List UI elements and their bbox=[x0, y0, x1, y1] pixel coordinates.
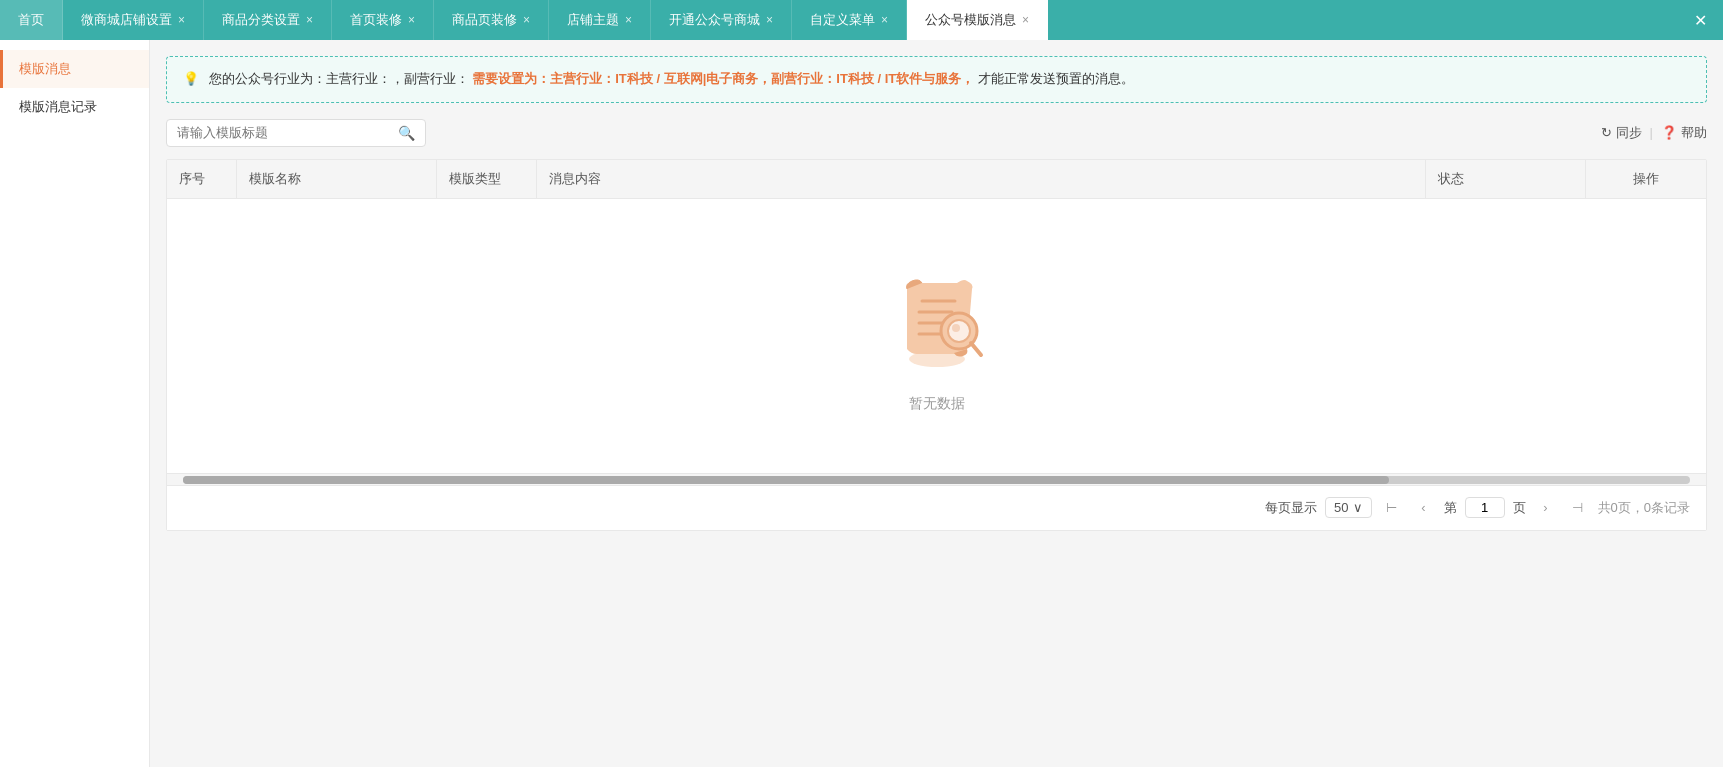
tab-product[interactable]: 商品页装修 × bbox=[434, 0, 549, 40]
tab-weishop-label: 微商城店铺设置 bbox=[81, 11, 172, 29]
top-nav: 首页 微商城店铺设置 × 商品分类设置 × 首页装修 × 商品页装修 × 店铺主… bbox=[0, 0, 1723, 40]
tab-menu[interactable]: 自定义菜单 × bbox=[792, 0, 907, 40]
empty-text: 暂无数据 bbox=[909, 395, 965, 413]
sidebar-item-template-record[interactable]: 模版消息记录 bbox=[0, 88, 149, 126]
scrollbar-track[interactable] bbox=[183, 476, 1690, 484]
tab-template[interactable]: 公众号模版消息 × bbox=[907, 0, 1048, 40]
notice-prefix: 您的公众号行业为：主营行业：，副营行业： bbox=[209, 71, 469, 86]
help-button[interactable]: ❓ 帮助 bbox=[1661, 124, 1707, 142]
main-layout: 模版消息 模版消息记录 💡 您的公众号行业为：主营行业：，副营行业： 需要设置为… bbox=[0, 40, 1723, 767]
tab-template-label: 公众号模版消息 bbox=[925, 11, 1016, 29]
svg-line-7 bbox=[971, 343, 981, 355]
tab-open[interactable]: 开通公众号商城 × bbox=[651, 0, 792, 40]
empty-state: 暂无数据 bbox=[167, 199, 1706, 473]
scrollbar-thumb[interactable] bbox=[183, 476, 1389, 484]
col-header-status: 状态 bbox=[1426, 160, 1586, 198]
sync-icon: ↻ bbox=[1601, 125, 1612, 140]
help-icon: ❓ bbox=[1661, 125, 1677, 140]
tab-category-label: 商品分类设置 bbox=[222, 11, 300, 29]
tab-theme-label: 店铺主题 bbox=[567, 11, 619, 29]
page-next-button[interactable]: › bbox=[1534, 496, 1558, 520]
tab-product-close[interactable]: × bbox=[523, 13, 530, 27]
notice-box: 💡 您的公众号行业为：主营行业：，副营行业： 需要设置为：主营行业：IT科技 /… bbox=[166, 56, 1707, 103]
tab-menu-close[interactable]: × bbox=[881, 13, 888, 27]
tab-weishop-close[interactable]: × bbox=[178, 13, 185, 27]
col-header-content: 消息内容 bbox=[537, 160, 1426, 198]
tab-theme[interactable]: 店铺主题 × bbox=[549, 0, 651, 40]
pagination: 每页显示 50 ∨ ⊢ ‹ 第 页 › ⊣ 共0页，0条记录 bbox=[167, 485, 1706, 530]
tab-template-close[interactable]: × bbox=[1022, 13, 1029, 27]
sidebar: 模版消息 模版消息记录 bbox=[0, 40, 150, 767]
sync-label: 同步 bbox=[1616, 124, 1642, 142]
page-input[interactable] bbox=[1465, 497, 1505, 518]
tab-homepage-label: 首页装修 bbox=[350, 11, 402, 29]
search-input[interactable] bbox=[177, 125, 398, 140]
tab-category[interactable]: 商品分类设置 × bbox=[204, 0, 332, 40]
col-header-action: 操作 bbox=[1586, 160, 1706, 198]
help-label: 帮助 bbox=[1681, 124, 1707, 142]
svg-point-6 bbox=[948, 320, 970, 342]
tab-open-close[interactable]: × bbox=[766, 13, 773, 27]
search-bar: 🔍 ↻ 同步 | ❓ 帮助 bbox=[166, 119, 1707, 147]
col-header-type: 模版类型 bbox=[437, 160, 537, 198]
tab-category-close[interactable]: × bbox=[306, 13, 313, 27]
content-area: 💡 您的公众号行业为：主营行业：，副营行业： 需要设置为：主营行业：IT科技 /… bbox=[150, 40, 1723, 767]
page-prev-button[interactable]: ‹ bbox=[1412, 496, 1436, 520]
tab-product-label: 商品页装修 bbox=[452, 11, 517, 29]
page-first-button[interactable]: ⊢ bbox=[1380, 496, 1404, 520]
notice-highlight: 需要设置为：主营行业：IT科技 / 互联网|电子商务，副营行业：IT科技 / I… bbox=[472, 71, 974, 86]
tab-homepage-close[interactable]: × bbox=[408, 13, 415, 27]
data-table: 序号 模版名称 模版类型 消息内容 状态 操作 bbox=[166, 159, 1707, 531]
tab-menu-label: 自定义菜单 bbox=[810, 11, 875, 29]
total-info: 共0页，0条记录 bbox=[1598, 499, 1690, 517]
page-unit: 页 bbox=[1513, 499, 1526, 517]
svg-point-8 bbox=[952, 324, 960, 332]
global-close-button[interactable]: ✕ bbox=[1678, 0, 1723, 40]
page-label: 第 bbox=[1444, 499, 1457, 517]
page-size-select[interactable]: 50 ∨ bbox=[1325, 497, 1371, 518]
page-size-label: 每页显示 bbox=[1265, 499, 1317, 517]
tab-homepage[interactable]: 首页装修 × bbox=[332, 0, 434, 40]
sync-button[interactable]: ↻ 同步 bbox=[1601, 124, 1642, 142]
col-header-name: 模版名称 bbox=[237, 160, 437, 198]
tab-weishop[interactable]: 微商城店铺设置 × bbox=[63, 0, 204, 40]
sidebar-item-template-msg[interactable]: 模版消息 bbox=[0, 50, 149, 88]
search-input-wrap[interactable]: 🔍 bbox=[166, 119, 426, 147]
notice-icon: 💡 bbox=[183, 71, 199, 86]
table-header: 序号 模版名称 模版类型 消息内容 状态 操作 bbox=[167, 160, 1706, 199]
toolbar-divider: | bbox=[1650, 125, 1653, 140]
toolbar-right: ↻ 同步 | ❓ 帮助 bbox=[1601, 124, 1707, 142]
tab-open-label: 开通公众号商城 bbox=[669, 11, 760, 29]
page-size-value: 50 bbox=[1334, 500, 1348, 515]
page-size-arrow: ∨ bbox=[1353, 500, 1363, 515]
notice-suffix: 才能正常发送预置的消息。 bbox=[978, 71, 1134, 86]
empty-icon bbox=[877, 259, 997, 379]
page-last-button[interactable]: ⊣ bbox=[1566, 496, 1590, 520]
tab-home-label: 首页 bbox=[18, 11, 44, 29]
tab-theme-close[interactable]: × bbox=[625, 13, 632, 27]
scrollbar-area[interactable] bbox=[167, 473, 1706, 485]
col-header-seq: 序号 bbox=[167, 160, 237, 198]
search-icon[interactable]: 🔍 bbox=[398, 125, 415, 141]
tab-home[interactable]: 首页 bbox=[0, 0, 63, 40]
